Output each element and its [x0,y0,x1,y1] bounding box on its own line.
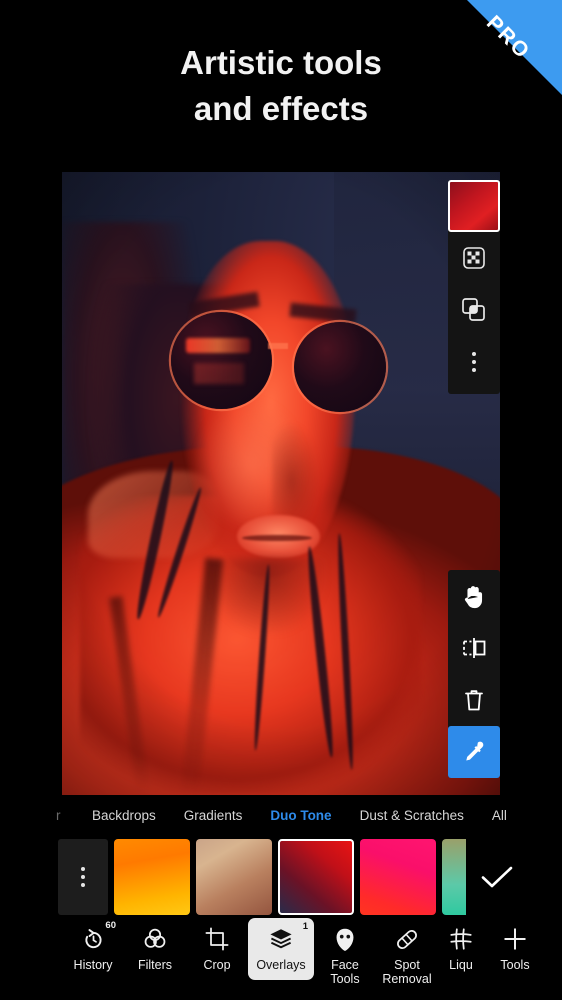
flip-horizontal-icon [463,638,486,658]
check-icon [481,866,513,888]
tab-gradients[interactable]: Gradients [170,808,257,823]
pan-tool-button[interactable] [448,570,500,622]
nav-label-face-tools: Face Tools [330,958,360,986]
category-tabs: r Backdrops Gradients Duo Tone Dust & Sc… [0,800,562,830]
liquify-icon [449,924,473,954]
tab-backdrops[interactable]: Backdrops [78,808,170,823]
face-tools-icon [333,924,357,954]
nav-label-crop: Crop [203,958,231,972]
more-vertical-icon [81,867,85,887]
nav-item-tools[interactable]: Tools [484,918,546,972]
delete-tool-button[interactable] [448,674,500,726]
swatch-teal-olive[interactable] [442,839,466,915]
overlays-badge: 1 [302,921,308,932]
page-title-line-2: and effects [193,89,369,127]
transparency-button[interactable] [448,232,500,284]
history-icon [81,924,106,954]
nav-label-history: History [73,958,113,972]
crop-icon [205,924,229,954]
blend-mode-button[interactable] [448,284,500,336]
page-title: Artistic tools and effects [0,40,562,131]
nav-label-tools: Tools [500,958,530,972]
swatch-orange-yellow[interactable] [114,839,190,915]
nav-label-liquify: Liqu [449,958,473,972]
nav-item-liquify[interactable]: Liqu [438,918,484,972]
checkerboard-icon [463,247,485,269]
confirm-button[interactable] [466,839,528,915]
blend-layers-icon [462,298,485,321]
tool-toolbar [448,570,500,778]
nav-label-overlays: Overlays [256,958,306,972]
photo-vignette [62,172,500,795]
swatch-more-button[interactable] [58,839,108,915]
history-badge: 60 [105,920,116,931]
page-title-line-1: Artistic tools [180,44,382,81]
bottom-navigation: 60 History Filters Crop 1 Overlays Face … [0,918,562,988]
layer-color-swatch[interactable] [448,180,500,232]
swatch-strip [0,838,562,916]
layer-more-button[interactable] [448,336,500,388]
photo-canvas[interactable] [62,172,500,795]
tab-clipped-left[interactable]: r [56,808,78,823]
nav-label-spot-removal: Spot Removal [382,958,432,986]
nav-item-filters[interactable]: Filters [124,918,186,972]
layers-icon [268,924,294,954]
nav-label-filters: Filters [137,958,173,972]
tab-duo-tone[interactable]: Duo Tone [256,808,345,823]
swatch-pink-red[interactable] [360,839,436,915]
nav-item-spot-removal[interactable]: Spot Removal [376,918,438,986]
more-vertical-icon [472,352,476,372]
hand-icon [464,586,483,609]
trash-icon [465,689,483,710]
nav-item-overlays[interactable]: 1 Overlays [248,918,314,980]
flip-tool-button[interactable] [448,622,500,674]
tab-all[interactable]: All [478,808,521,823]
swatch-navy-red[interactable] [278,839,354,915]
nav-item-history[interactable]: 60 History [62,918,124,972]
eyedropper-tool-button[interactable] [448,726,500,778]
swatch-tan-brown[interactable] [196,839,272,915]
nav-item-face-tools[interactable]: Face Tools [314,918,376,986]
bandage-icon [394,924,420,954]
filters-icon [142,924,168,954]
plus-icon [502,924,528,954]
tab-dust-and-scratches[interactable]: Dust & Scratches [346,808,478,823]
nav-item-crop[interactable]: Crop [186,918,248,972]
layer-toolbar [448,180,500,394]
eyedropper-icon [466,741,484,761]
